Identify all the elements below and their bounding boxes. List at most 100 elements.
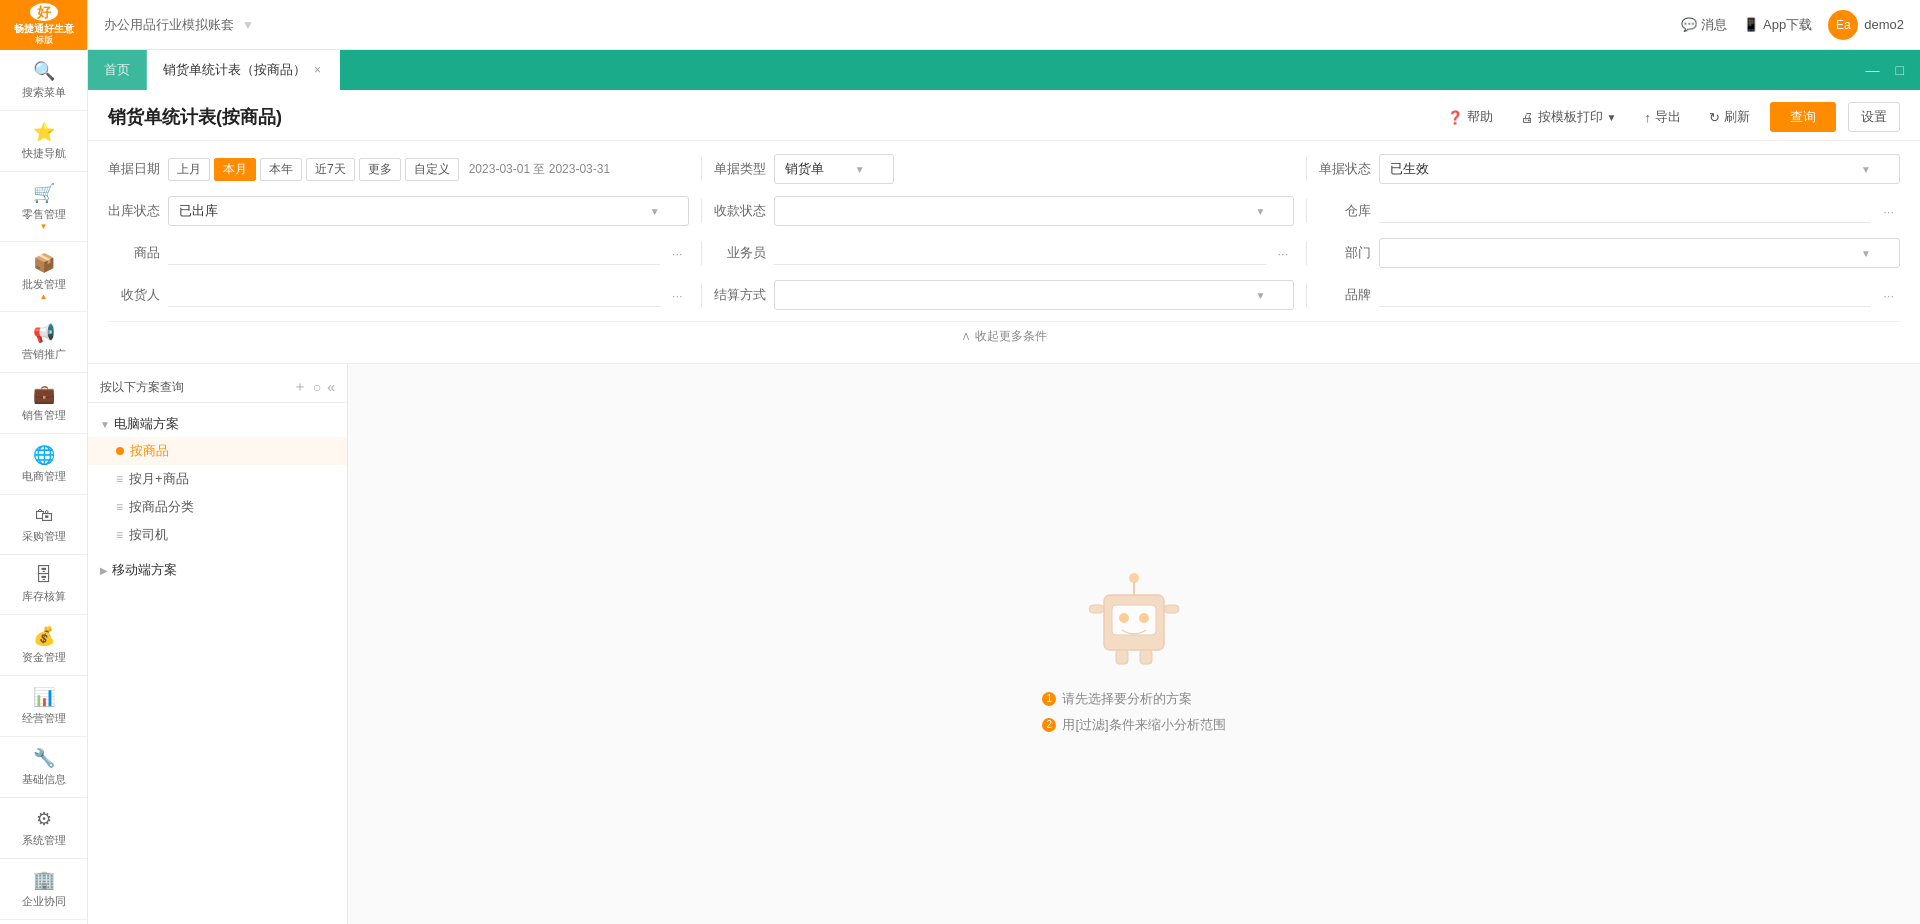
minimize-btn[interactable]: — xyxy=(1862,60,1884,80)
goods-input[interactable] xyxy=(168,241,660,265)
filter-row-4: 收货人 ··· 结算方式 ▼ xyxy=(108,279,1900,311)
refresh-icon: ↻ xyxy=(1709,110,1720,125)
breadcrumb: 办公用品行业模拟账套 xyxy=(104,16,234,34)
schema-item-goods-category[interactable]: ≡ 按商品分类 xyxy=(88,493,347,521)
schema-group-mobile-header[interactable]: ▶ 移动端方案 xyxy=(88,557,347,583)
schema-panel: 按以下方案查询 ＋ ○ « ▼ 电脑端方案 按商品 xyxy=(88,364,348,924)
tab-close-btn[interactable]: × xyxy=(312,63,323,77)
warehouse-dots[interactable]: ··· xyxy=(1877,204,1900,219)
doc-type-select[interactable]: 销货单 ▼ xyxy=(774,154,894,184)
sidebar-item-search[interactable]: 🔍 搜索菜单 xyxy=(0,50,87,111)
sidebar-item-guide[interactable]: 📖 新手引导 xyxy=(0,920,87,924)
sidebar-item-system[interactable]: ⚙ 系统管理 xyxy=(0,798,87,859)
schema-group-mobile: ▶ 移动端方案 xyxy=(88,553,347,587)
help-icon: ❓ xyxy=(1447,110,1463,125)
sidebar-item-corp[interactable]: 🏢 企业协同 xyxy=(0,859,87,920)
collapse-panel-icon[interactable]: « xyxy=(327,379,335,395)
divider-6 xyxy=(1306,241,1307,265)
avatar: Ea xyxy=(1828,10,1858,40)
svg-rect-8 xyxy=(1116,650,1128,664)
sidebar-item-operations[interactable]: 📊 经营管理 xyxy=(0,676,87,737)
maximize-btn[interactable]: □ xyxy=(1892,60,1908,80)
doc-type-arrow: ▼ xyxy=(855,164,865,175)
divider-5 xyxy=(701,241,702,265)
settings-btn[interactable]: 设置 xyxy=(1848,102,1900,132)
date-btn-this-year[interactable]: 本年 xyxy=(260,158,302,181)
doc-type-control: 销货单 ▼ xyxy=(774,154,1295,184)
settle-select[interactable]: ▼ xyxy=(774,280,1295,310)
svg-rect-7 xyxy=(1164,605,1179,613)
filter-date: 单据日期 上月 本月 本年 近7天 更多 自定义 2023-03-01 至 20… xyxy=(108,153,689,185)
filter-row-2: 出库状态 已出库 ▼ 收款状态 ▼ xyxy=(108,195,1900,227)
date-btn-this-month[interactable]: 本月 xyxy=(214,158,256,181)
divider-7 xyxy=(701,283,702,307)
export-btn[interactable]: ↑ 导出 xyxy=(1637,104,1690,130)
settle-label: 结算方式 xyxy=(714,286,774,304)
consignee-dots[interactable]: ··· xyxy=(666,288,689,303)
filter-settle: 结算方式 ▼ xyxy=(714,279,1295,311)
sidebar-item-retail[interactable]: 🛒 零售管理 ▼ xyxy=(0,172,87,242)
consignee-input[interactable] xyxy=(168,283,660,307)
app-download-label: App下载 xyxy=(1763,16,1812,34)
schema-group-pc-header[interactable]: ▼ 电脑端方案 xyxy=(88,411,347,437)
date-range: 2023-03-01 至 2023-03-31 xyxy=(469,161,610,178)
empty-hint-list: 请先选择要分析的方案 用[过滤]条件来缩小分析范围 xyxy=(1042,686,1225,738)
print-btn[interactable]: 🖨 按模板打印 ▼ xyxy=(1513,104,1625,130)
sidebar-item-ecom[interactable]: 🌐 电商管理 xyxy=(0,434,87,495)
schema-item-label-2: 按商品分类 xyxy=(129,498,194,516)
schema-item-driver[interactable]: ≡ 按司机 xyxy=(88,521,347,549)
schema-item-by-goods[interactable]: 按商品 xyxy=(88,437,347,465)
sales-icon: 💼 xyxy=(33,383,55,405)
filter-goods: 商品 ··· xyxy=(108,237,689,269)
sidebar-item-wholesale[interactable]: 📦 批发管理 ▲ xyxy=(0,242,87,312)
doc-status-select[interactable]: 已生效 ▼ xyxy=(1379,154,1900,184)
divider-8 xyxy=(1306,283,1307,307)
date-btn-last-month[interactable]: 上月 xyxy=(168,158,210,181)
filter-doc-type: 单据类型 销货单 ▼ xyxy=(714,153,1295,185)
sidebar-item-base[interactable]: 🔧 基础信息 xyxy=(0,737,87,798)
empty-hint-2: 用[过滤]条件来缩小分析范围 xyxy=(1042,712,1225,738)
date-btn-custom[interactable]: 自定义 xyxy=(405,158,459,181)
salesperson-input[interactable] xyxy=(774,241,1266,265)
marketing-icon: 📢 xyxy=(33,322,55,344)
filter-row-1: 单据日期 上月 本月 本年 近7天 更多 自定义 2023-03-01 至 20… xyxy=(108,153,1900,185)
sidebar-item-quicknav[interactable]: ⭐ 快捷导航 xyxy=(0,111,87,172)
content-split: 按以下方案查询 ＋ ○ « ▼ 电脑端方案 按商品 xyxy=(88,364,1920,924)
app-download-btn[interactable]: 📱 App下载 xyxy=(1743,16,1812,34)
receipt-status-select[interactable]: ▼ xyxy=(774,196,1295,226)
main-area: 办公用品行业模拟账套 ▼ 💬 消息 📱 App下载 Ea demo2 首页 销货… xyxy=(88,0,1920,924)
edit-schema-icon[interactable]: ○ xyxy=(313,379,321,395)
doc-status-label: 单据状态 xyxy=(1319,160,1379,178)
brand-dots[interactable]: ··· xyxy=(1877,288,1900,303)
sidebar-item-sales[interactable]: 💼 销售管理 xyxy=(0,373,87,434)
out-status-select[interactable]: 已出库 ▼ xyxy=(168,196,689,226)
tab-active[interactable]: 销货单统计表（按商品） × xyxy=(147,50,340,90)
dept-label: 部门 xyxy=(1319,244,1379,262)
svg-rect-9 xyxy=(1140,650,1152,664)
sidebar-item-marketing[interactable]: 📢 营销推广 xyxy=(0,312,87,373)
goods-dots[interactable]: ··· xyxy=(666,246,689,261)
query-btn[interactable]: 查询 xyxy=(1770,102,1836,132)
refresh-btn[interactable]: ↻ 刷新 xyxy=(1701,104,1758,130)
sidebar-item-inventory[interactable]: 🗄 库存核算 xyxy=(0,555,87,615)
collapse-bar[interactable]: ∧ 收起更多条件 xyxy=(108,321,1900,351)
sidebar-item-purchase[interactable]: 🛍 采购管理 xyxy=(0,495,87,555)
help-btn[interactable]: ❓ 帮助 xyxy=(1439,104,1501,130)
logo-text: 畅捷通好生意 xyxy=(14,23,74,35)
salesperson-label: 业务员 xyxy=(714,244,774,262)
tab-home[interactable]: 首页 xyxy=(88,50,147,90)
schema-item-month-goods[interactable]: ≡ 按月+商品 xyxy=(88,465,347,493)
sidebar-item-finance[interactable]: 💰 资金管理 xyxy=(0,615,87,676)
messages-btn[interactable]: 💬 消息 xyxy=(1681,16,1727,34)
brand-input[interactable] xyxy=(1379,283,1871,307)
tab-bar: 首页 销货单统计表（按商品） × — □ xyxy=(88,50,1920,90)
warehouse-input[interactable] xyxy=(1379,199,1871,223)
date-btn-7days[interactable]: 近7天 xyxy=(306,158,355,181)
add-schema-icon[interactable]: ＋ xyxy=(293,378,307,396)
dept-select[interactable]: ▼ xyxy=(1379,238,1900,268)
user-profile[interactable]: Ea demo2 xyxy=(1828,10,1904,40)
item-icon-1: ≡ xyxy=(116,472,123,486)
date-btn-more[interactable]: 更多 xyxy=(359,158,401,181)
out-status-control: 已出库 ▼ xyxy=(168,196,689,226)
salesperson-dots[interactable]: ··· xyxy=(1272,246,1295,261)
